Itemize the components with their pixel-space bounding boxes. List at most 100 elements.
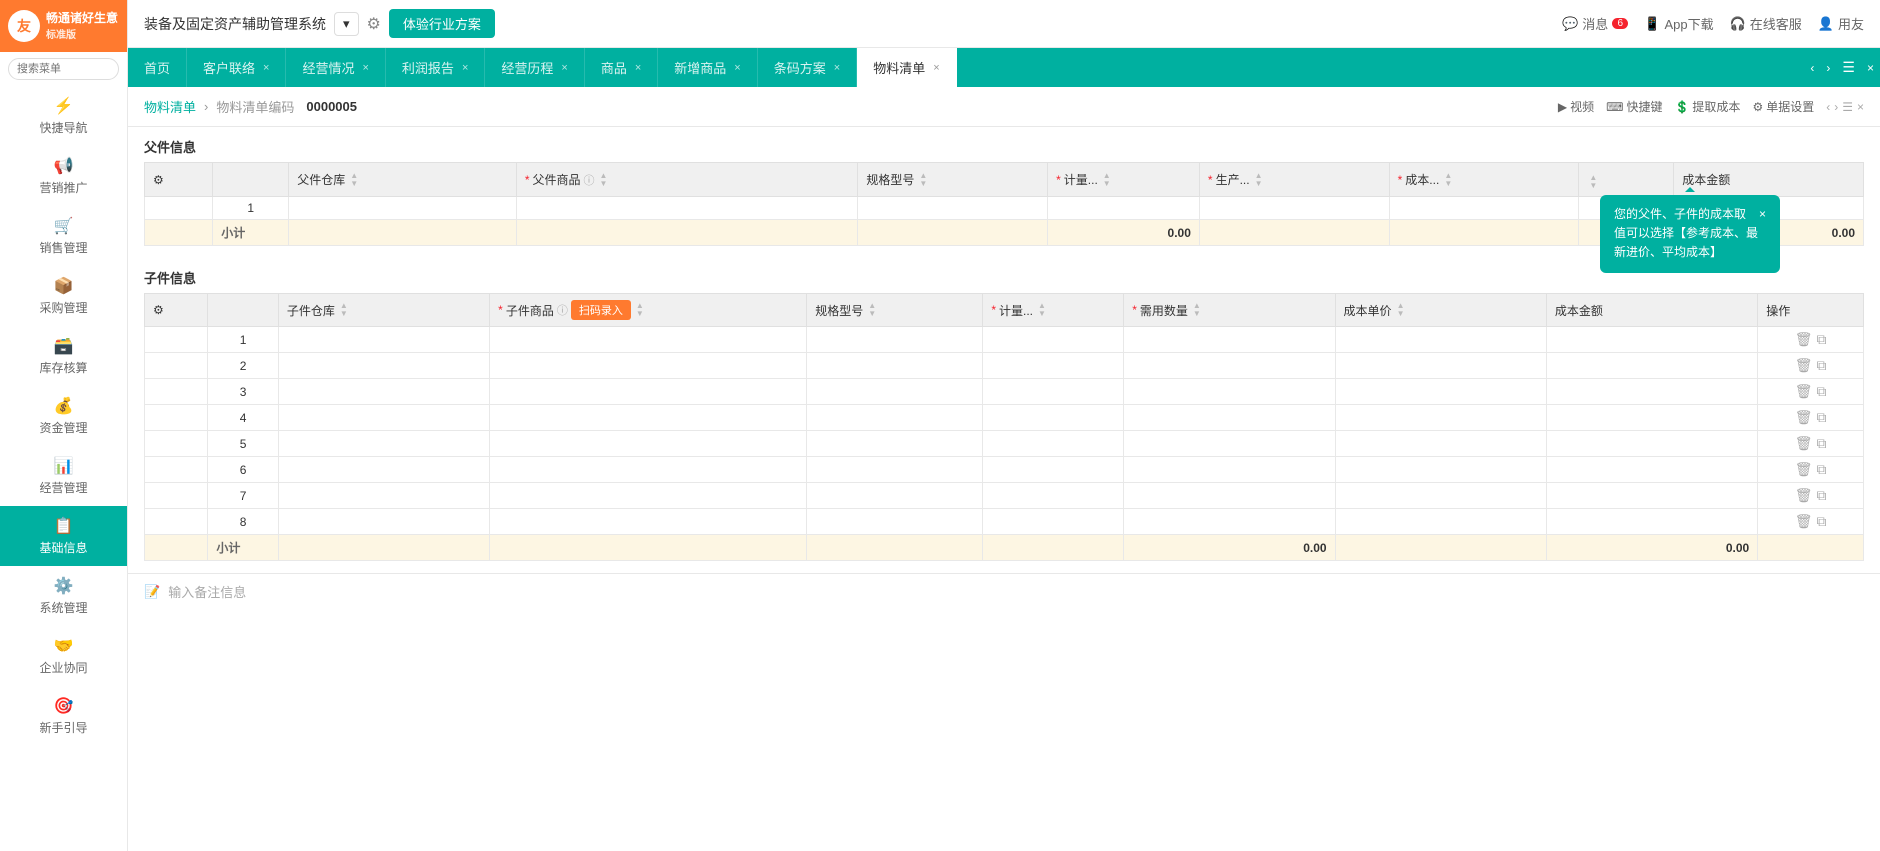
cost-action[interactable]: 💲 提取成本 [1674,98,1740,115]
gear-icon[interactable]: ⚙ [367,14,381,34]
child-row-warehouse-3[interactable] [278,379,489,405]
tab-bom[interactable]: 物料清单 × [857,48,956,87]
sidebar-item-sales[interactable]: 🛒 销售管理 [0,206,127,266]
tab-profit[interactable]: 利润报告 × [386,48,485,87]
child-row-spec-2[interactable] [807,353,983,379]
child-row-product-3[interactable] [490,379,807,405]
child-row-unit-cost-5[interactable] [1335,431,1546,457]
tab-prev-arrow[interactable]: ‹ [1804,53,1820,83]
child-row-unit-7[interactable] [983,483,1124,509]
child-row-unit-cost-2[interactable] [1335,353,1546,379]
copy-icon-8[interactable]: ⧉ [1817,513,1827,530]
child-row-qty-2[interactable] [1124,353,1335,379]
system-dropdown[interactable]: ▾ [334,12,359,36]
sidebar-item-basic-info[interactable]: 📋 基础信息 [0,506,127,566]
child-row-unit-1[interactable] [983,327,1124,353]
user-avatar-item[interactable]: 👤 用友 [1818,14,1864,33]
scan-button[interactable]: 扫码录入 [571,300,631,320]
child-row-product-2[interactable] [490,353,807,379]
tab-history[interactable]: 经营历程 × [485,48,584,87]
child-row-unit-5[interactable] [983,431,1124,457]
child-row-unit-8[interactable] [983,509,1124,535]
tab-menu-icon[interactable]: ☰ [1836,51,1861,84]
nav-next-icon[interactable]: › [1834,100,1838,114]
nav-close-icon[interactable]: × [1857,100,1864,114]
child-row-qty-3[interactable] [1124,379,1335,405]
parent-row-production[interactable] [1199,197,1389,220]
tab-next-arrow[interactable]: › [1820,53,1836,83]
copy-icon-3[interactable]: ⧉ [1817,383,1827,400]
copy-icon-6[interactable]: ⧉ [1817,461,1827,478]
doc-settings-action[interactable]: ⚙ 单据设置 [1752,98,1814,115]
parent-row-unit[interactable] [1048,197,1200,220]
tab-product-close[interactable]: × [635,62,641,74]
child-row-product-5[interactable] [490,431,807,457]
child-row-qty-8[interactable] [1124,509,1335,535]
child-row-unit-3[interactable] [983,379,1124,405]
sidebar-item-inventory[interactable]: 🗃️ 库存核算 [0,326,127,386]
video-action[interactable]: ▶ 视频 [1558,98,1594,115]
child-settings-gear-icon[interactable]: ⚙ [153,303,164,317]
child-row-unit-4[interactable] [983,405,1124,431]
delete-icon-8[interactable]: 🗑 [1795,513,1813,530]
sidebar-item-guide[interactable]: 🎯 新手引导 [0,686,127,746]
copy-icon-1[interactable]: ⧉ [1817,331,1827,348]
tab-home[interactable]: 首页 [128,48,187,87]
delete-icon-4[interactable]: 🗑 [1795,409,1813,426]
child-row-product-7[interactable] [490,483,807,509]
child-row-spec-1[interactable] [807,327,983,353]
child-row-product-6[interactable] [490,457,807,483]
child-row-warehouse-6[interactable] [278,457,489,483]
child-row-spec-8[interactable] [807,509,983,535]
child-row-product-4[interactable] [490,405,807,431]
child-row-warehouse-2[interactable] [278,353,489,379]
child-row-unit-cost-6[interactable] [1335,457,1546,483]
online-service-item[interactable]: 🎧 在线客服 [1730,14,1802,33]
child-row-spec-3[interactable] [807,379,983,405]
child-row-spec-7[interactable] [807,483,983,509]
tab-operations[interactable]: 经营情况 × [286,48,385,87]
note-hint[interactable]: 输入备注信息 [168,582,246,601]
message-item[interactable]: 💬 消息 6 [1562,14,1628,33]
child-row-qty-7[interactable] [1124,483,1335,509]
tab-barcode[interactable]: 条码方案 × [758,48,857,87]
child-row-unit-6[interactable] [983,457,1124,483]
breadcrumb-link[interactable]: 物料清单 [144,97,196,116]
trial-button[interactable]: 体验行业方案 [389,9,495,38]
delete-icon-1[interactable]: 🗑 [1795,331,1813,348]
delete-icon-3[interactable]: 🗑 [1795,383,1813,400]
nav-list-icon[interactable]: ☰ [1842,100,1853,114]
delete-icon-6[interactable]: 🗑 [1795,461,1813,478]
child-row-unit-cost-4[interactable] [1335,405,1546,431]
child-row-qty-6[interactable] [1124,457,1335,483]
search-input[interactable] [8,58,119,80]
tab-customer-close[interactable]: × [263,62,269,74]
child-row-warehouse-8[interactable] [278,509,489,535]
child-row-warehouse-1[interactable] [278,327,489,353]
child-row-unit-cost-8[interactable] [1335,509,1546,535]
app-download-item[interactable]: 📱 App下载 [1644,14,1713,33]
child-row-unit-2[interactable] [983,353,1124,379]
child-row-product-8[interactable] [490,509,807,535]
tab-new-product[interactable]: 新增商品 × [658,48,757,87]
child-row-warehouse-5[interactable] [278,431,489,457]
sidebar-item-finance[interactable]: 💰 资金管理 [0,386,127,446]
child-row-qty-1[interactable] [1124,327,1335,353]
child-row-qty-5[interactable] [1124,431,1335,457]
sidebar-item-marketing[interactable]: 📢 营销推广 [0,146,127,206]
child-row-spec-6[interactable] [807,457,983,483]
sidebar-item-enterprise[interactable]: 🤝 企业协同 [0,626,127,686]
child-row-warehouse-7[interactable] [278,483,489,509]
tab-bom-close[interactable]: × [933,62,939,74]
child-row-spec-5[interactable] [807,431,983,457]
tab-profit-close[interactable]: × [462,62,468,74]
copy-icon-7[interactable]: ⧉ [1817,487,1827,504]
parent-row-spec[interactable] [858,197,1048,220]
parent-row-warehouse[interactable] [289,197,517,220]
sidebar-item-system[interactable]: ⚙️ 系统管理 [0,566,127,626]
tab-operations-close[interactable]: × [362,62,368,74]
child-row-spec-4[interactable] [807,405,983,431]
sidebar-item-operations[interactable]: 📊 经营管理 [0,446,127,506]
tab-close-all[interactable]: × [1861,53,1880,83]
child-row-product-1[interactable] [490,327,807,353]
